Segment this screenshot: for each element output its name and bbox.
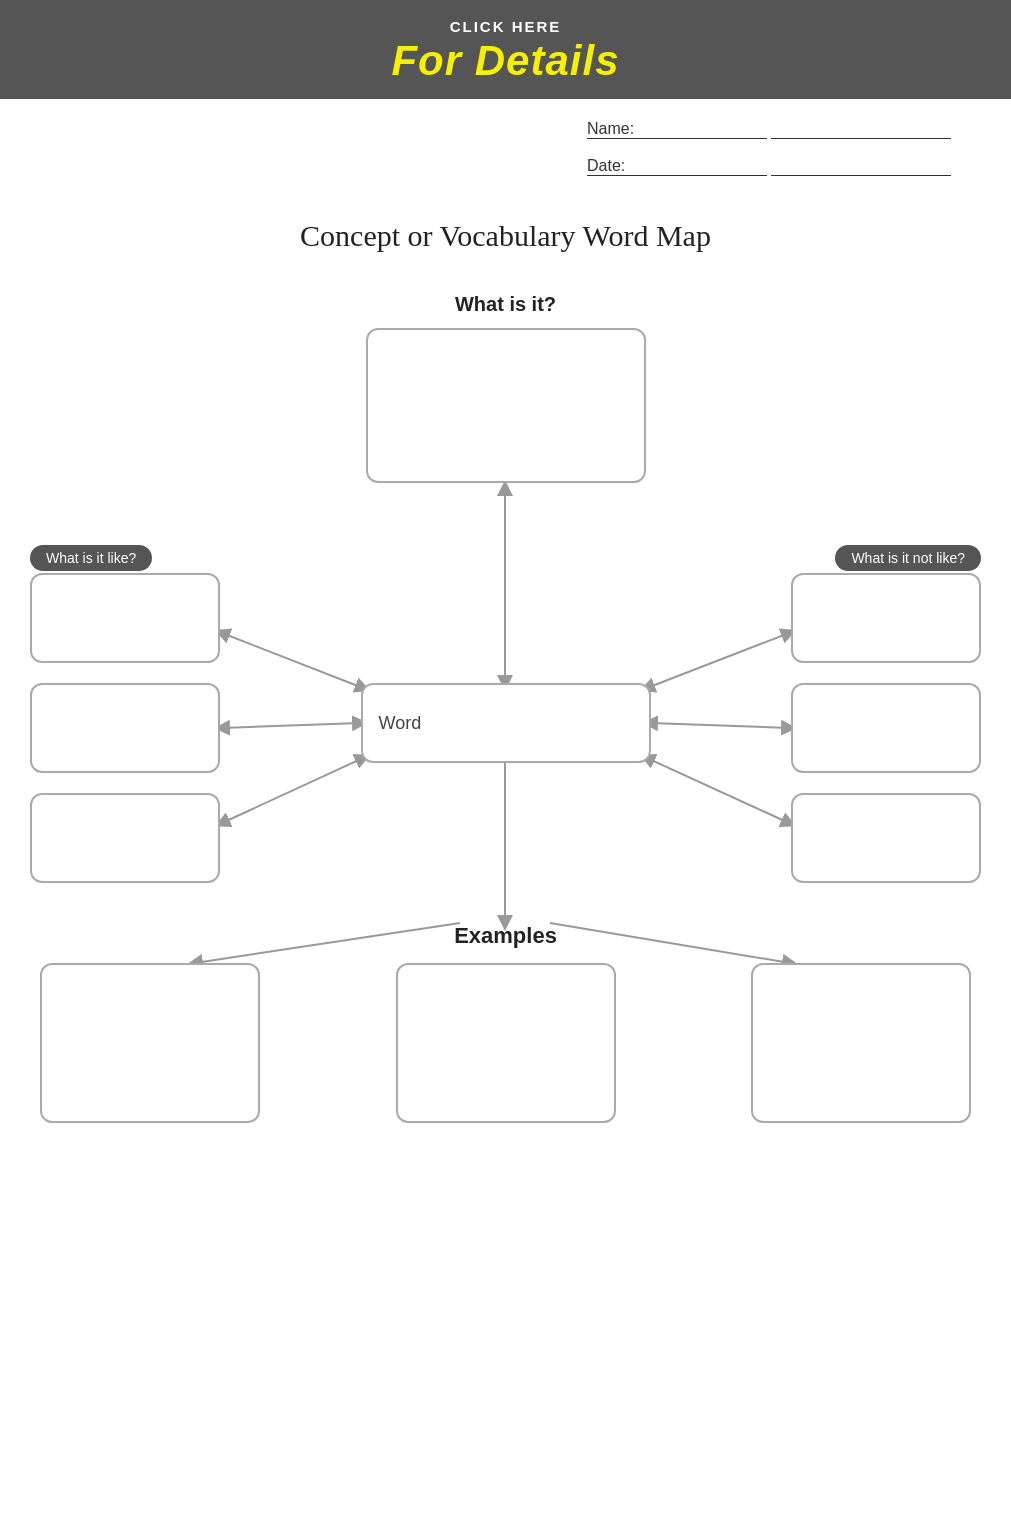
example-box-1[interactable] [40, 963, 260, 1123]
word-box[interactable]: Word [361, 683, 651, 763]
svg-line-9 [650, 723, 789, 728]
what-is-it-label: What is it? [455, 293, 556, 316]
like-box-1[interactable] [30, 573, 220, 663]
date-field: Date: [583, 157, 951, 176]
not-like-box-1[interactable] [791, 573, 981, 663]
example-box-3[interactable] [751, 963, 971, 1123]
svg-line-10 [647, 633, 789, 688]
what-is-it-like-label: What is it like? [30, 545, 152, 571]
what-is-it-not-like-label: What is it not like? [835, 545, 981, 571]
header-banner[interactable]: CLICK HERE For Details [0, 0, 1011, 99]
svg-line-7 [222, 633, 363, 688]
fields-area: Name: Date: [583, 120, 951, 194]
not-like-box-2[interactable] [791, 683, 981, 773]
date-underline[interactable] [771, 157, 951, 176]
svg-line-14 [550, 923, 790, 963]
svg-line-13 [195, 923, 460, 963]
not-like-box-3[interactable] [791, 793, 981, 883]
for-details-label: For Details [0, 37, 1011, 85]
like-box-3[interactable] [30, 793, 220, 883]
example-box-2[interactable] [396, 963, 616, 1123]
date-label: Date: [587, 157, 767, 176]
name-label: Name: [587, 120, 767, 139]
svg-line-8 [222, 758, 363, 823]
like-box-2[interactable] [30, 683, 220, 773]
name-field: Name: [583, 120, 951, 139]
svg-line-6 [222, 723, 360, 728]
word-label: Word [379, 713, 422, 734]
name-underline[interactable] [771, 120, 951, 139]
svg-line-11 [647, 758, 789, 823]
examples-label: Examples [454, 923, 557, 949]
click-here-label: CLICK HERE [0, 18, 1011, 35]
word-map-container: What is it? What is it like? What is it … [0, 263, 1011, 1413]
what-is-it-box[interactable] [366, 328, 646, 483]
page-title: Concept or Vocabulary Word Map [0, 219, 1011, 253]
